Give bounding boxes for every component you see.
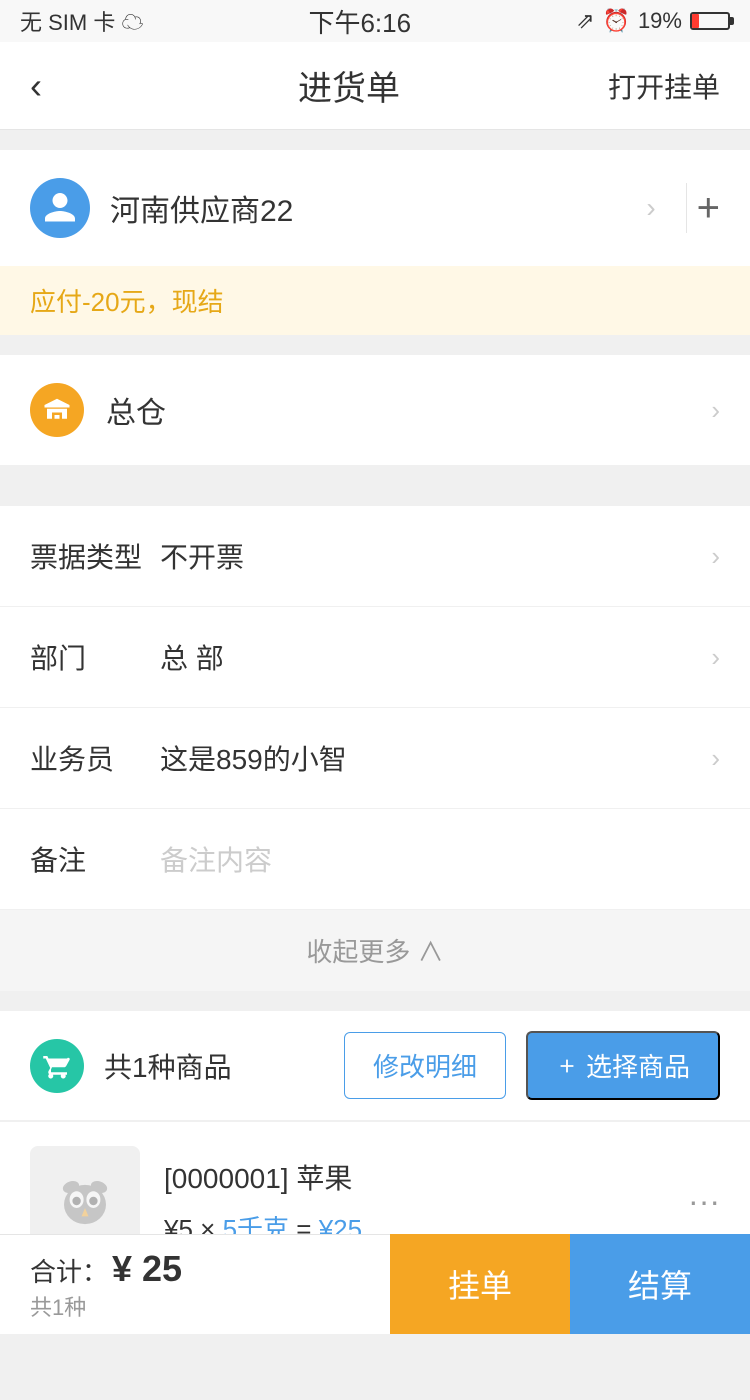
- hang-order-button[interactable]: 挂单: [390, 1234, 570, 1334]
- remark-input[interactable]: 备注内容: [160, 839, 720, 879]
- total-count: 共1种: [30, 1290, 360, 1322]
- ticket-type-chevron-icon: ›: [711, 541, 720, 572]
- salesperson-row[interactable]: 业务员 这是859的小智 ›: [0, 708, 750, 809]
- supplier-chevron-icon: ›: [646, 192, 655, 224]
- status-time: 下午6:16: [308, 3, 411, 40]
- select-product-label: 选择商品: [586, 1047, 690, 1084]
- department-row[interactable]: 部门 总 部 ›: [0, 607, 750, 708]
- alarm-icon: ⏰: [603, 8, 630, 34]
- form-section: 票据类型 不开票 › 部门 总 部 › 业务员 这是859的小智 › 备注 备注…: [0, 506, 750, 910]
- gap-2: [0, 466, 750, 486]
- select-product-button[interactable]: 选择商品: [526, 1031, 720, 1100]
- product-title: 苹果: [296, 1163, 352, 1194]
- salesperson-value: 这是859的小智: [160, 738, 711, 778]
- ticket-type-label: 票据类型: [30, 536, 160, 576]
- back-button[interactable]: ‹: [30, 65, 90, 107]
- add-product-icon: [556, 1055, 578, 1077]
- sim-wifi-indicator: 无 SIM 卡 ☁: [20, 5, 143, 37]
- checkout-button[interactable]: 结算: [570, 1234, 750, 1334]
- status-left: 无 SIM 卡 ☁: [20, 5, 143, 37]
- warehouse-row[interactable]: 总仓 ›: [0, 355, 750, 466]
- total-section: 合计： ¥ 25 共1种: [0, 1234, 390, 1334]
- edit-detail-button[interactable]: 修改明细: [344, 1032, 506, 1099]
- owl-logo-icon: [50, 1166, 120, 1236]
- supplier-section: 河南供应商22 › + 应付-20元，现结: [0, 150, 750, 335]
- status-bar: 无 SIM 卡 ☁ 下午6:16 ⇗ ⏰ 19%: [0, 0, 750, 42]
- location-icon: ⇗: [576, 8, 594, 34]
- open-pending-button[interactable]: 打开挂单: [608, 66, 720, 106]
- department-label: 部门: [30, 637, 160, 677]
- department-value: 总 部: [160, 637, 711, 677]
- remark-label: 备注: [30, 839, 160, 879]
- warehouse-section: 总仓 ›: [0, 355, 750, 466]
- warehouse-chevron-icon: ›: [711, 395, 720, 426]
- product-info: [0000001] 苹果 ¥5 × 5千克 = ¥25: [164, 1157, 664, 1246]
- battery-percent: 19%: [638, 8, 682, 34]
- warehouse-icon: [42, 395, 72, 425]
- person-icon: [42, 190, 78, 226]
- add-supplier-button[interactable]: +: [697, 186, 720, 231]
- products-header: 共1种商品 修改明细 选择商品: [0, 1011, 750, 1120]
- product-more-button[interactable]: ···: [688, 1183, 720, 1220]
- collapse-button[interactable]: 收起更多 ∧: [0, 910, 750, 991]
- supplier-name: 河南供应商22: [110, 186, 646, 230]
- bottom-bar: 合计： ¥ 25 共1种 挂单 结算: [0, 1234, 750, 1334]
- remark-row[interactable]: 备注 备注内容: [0, 809, 750, 910]
- salesperson-chevron-icon: ›: [711, 743, 720, 774]
- page-title: 进货单: [298, 61, 400, 110]
- total-label: 合计：: [30, 1252, 108, 1289]
- ticket-type-value: 不开票: [160, 536, 711, 576]
- product-code: [0000001]: [164, 1163, 289, 1194]
- gap-1: [0, 130, 750, 150]
- notice-banner: 应付-20元，现结: [0, 266, 750, 335]
- warehouse-icon-bg: [30, 383, 84, 437]
- salesperson-label: 业务员: [30, 738, 160, 778]
- department-chevron-icon: ›: [711, 642, 720, 673]
- total-amount: ¥ 25: [112, 1248, 182, 1290]
- products-icon-bg: [30, 1039, 84, 1093]
- warehouse-name: 总仓: [106, 388, 711, 432]
- nav-bar: ‹ 进货单 打开挂单: [0, 42, 750, 130]
- supplier-row[interactable]: 河南供应商22 › +: [0, 150, 750, 266]
- supplier-avatar: [30, 178, 90, 238]
- product-name: [0000001] 苹果: [164, 1157, 664, 1197]
- status-right: ⇗ ⏰ 19%: [576, 8, 730, 34]
- divider: [686, 183, 687, 233]
- products-count-label: 共1种商品: [104, 1046, 324, 1086]
- battery-icon: [690, 12, 730, 30]
- cart-icon: [42, 1051, 72, 1081]
- ticket-type-row[interactable]: 票据类型 不开票 ›: [0, 506, 750, 607]
